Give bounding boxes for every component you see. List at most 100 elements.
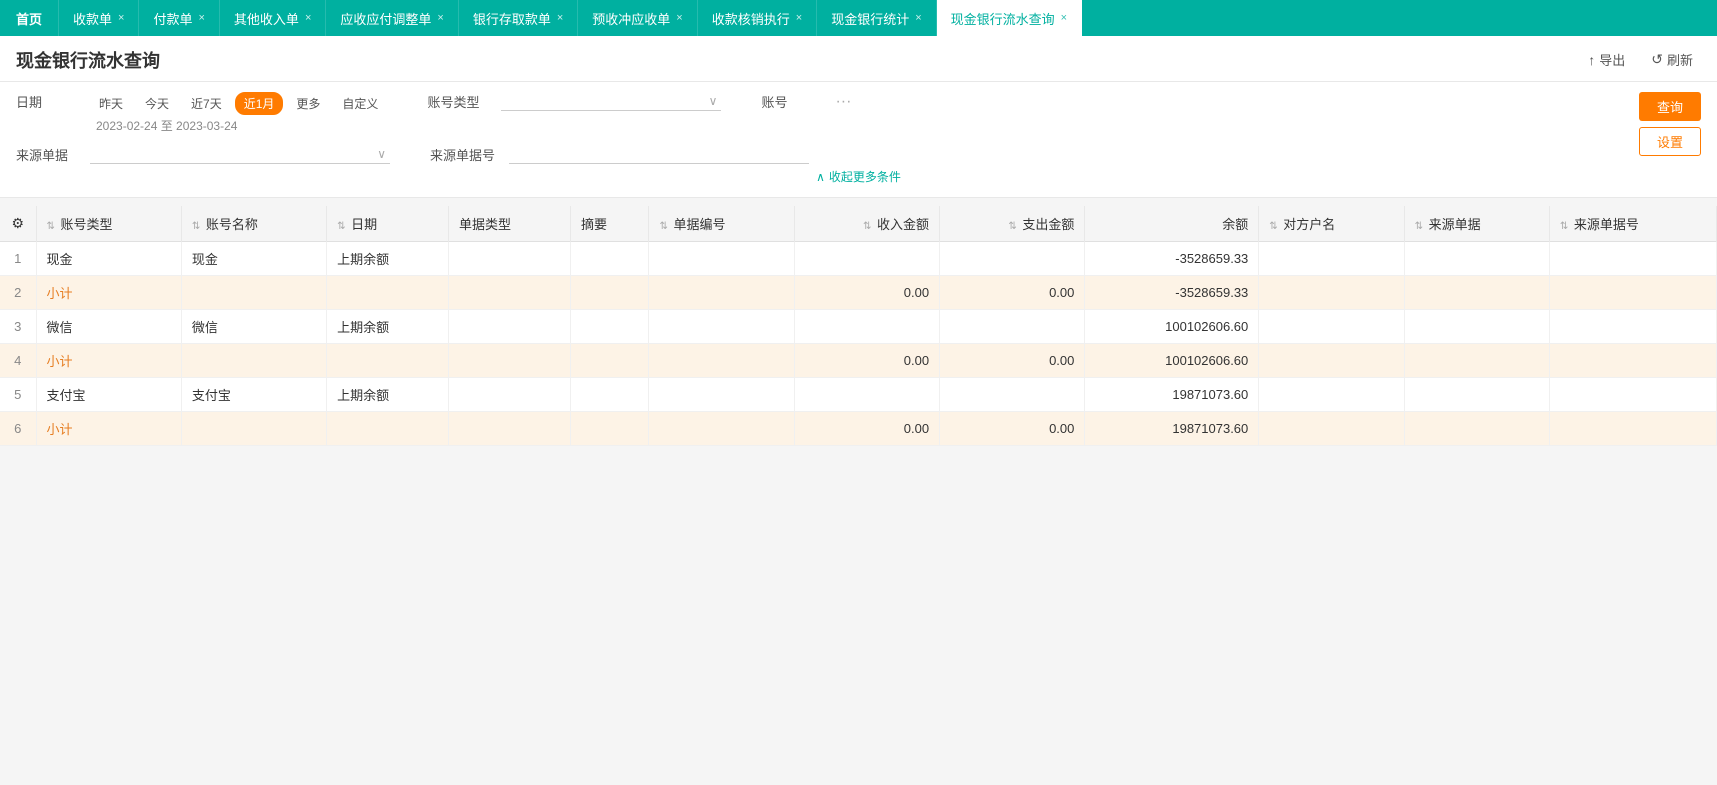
- collapse-bar[interactable]: ∧ 收起更多条件: [16, 164, 1701, 189]
- nav-close-icon[interactable]: ×: [915, 12, 921, 24]
- chevron-down-icon: ∨: [709, 94, 718, 108]
- row-account-type: 现金: [36, 242, 181, 276]
- row-settings-col: 3: [0, 310, 36, 344]
- col-income[interactable]: ⇅ 收入金额: [794, 206, 939, 242]
- nav-item-payments[interactable]: 付款单 ×: [139, 0, 219, 36]
- row-doc-type: [449, 276, 571, 310]
- col-source-doc-no[interactable]: ⇅ 来源单据号: [1549, 206, 1716, 242]
- account-ellipsis-icon[interactable]: ···: [835, 93, 851, 111]
- col-source-doc-no-label: 来源单据号: [1574, 217, 1639, 232]
- date-btn-more[interactable]: 更多: [287, 92, 329, 115]
- nav-close-active-icon[interactable]: ×: [1061, 12, 1067, 24]
- nav-close-icon[interactable]: ×: [796, 12, 802, 24]
- source-doc-no-input[interactable]: [509, 144, 809, 164]
- col-expense[interactable]: ⇅ 支出金额: [940, 206, 1085, 242]
- row-doc-no: [649, 378, 794, 412]
- row-income: 0.00: [794, 412, 939, 446]
- table-container: ⚙ ⇅ 账号类型 ⇅ 账号名称 ⇅ 日期 单据类型 摘要: [0, 206, 1717, 446]
- row-summary: [570, 378, 649, 412]
- col-source-doc[interactable]: ⇅ 来源单据: [1404, 206, 1549, 242]
- nav-item-collection[interactable]: 收款核销执行 ×: [698, 0, 817, 36]
- date-btn-today[interactable]: 今天: [136, 92, 178, 115]
- account-type-select[interactable]: ∨: [501, 92, 721, 111]
- date-btn-yesterday[interactable]: 昨天: [90, 92, 132, 115]
- date-btn-7days[interactable]: 近7天: [182, 92, 231, 115]
- nav-close-icon[interactable]: ×: [118, 12, 124, 24]
- col-summary: 摘要: [570, 206, 649, 242]
- nav-item-other-income[interactable]: 其他收入单 ×: [220, 0, 326, 36]
- query-button[interactable]: 查询: [1639, 92, 1701, 121]
- row-counterparty: [1259, 344, 1404, 378]
- col-account-name-label: 账号名称: [206, 217, 258, 232]
- col-date[interactable]: ⇅ 日期: [327, 206, 449, 242]
- col-counterparty-label: 对方户名: [1283, 217, 1335, 232]
- col-date-label: 日期: [351, 217, 377, 232]
- nav-bank-deposit-label: 银行存取款单: [473, 9, 551, 28]
- row-expense: [940, 242, 1085, 276]
- nav-other-income-label: 其他收入单: [234, 9, 299, 28]
- row-source-doc-no: [1549, 412, 1716, 446]
- row-source-doc: [1404, 378, 1549, 412]
- settings-button[interactable]: 设置: [1639, 127, 1701, 156]
- account-label: 账号: [761, 92, 821, 111]
- nav-item-prepaid[interactable]: 预收冲应收单 ×: [578, 0, 697, 36]
- nav-close-icon[interactable]: ×: [305, 12, 311, 24]
- row-balance: 19871073.60: [1085, 412, 1259, 446]
- row-account-name: 支付宝: [181, 378, 326, 412]
- nav-receipts-label: 收款单: [73, 9, 112, 28]
- sort-icon: ⇅: [337, 221, 345, 232]
- row-source-doc-no: [1549, 310, 1716, 344]
- nav-close-icon[interactable]: ×: [437, 12, 443, 24]
- row-counterparty: [1259, 276, 1404, 310]
- row-doc-no: [649, 344, 794, 378]
- nav-item-adjustment[interactable]: 应收应付调整单 ×: [326, 0, 458, 36]
- row-counterparty: [1259, 310, 1404, 344]
- sort-icon: ⇅: [192, 221, 200, 232]
- row-expense: 0.00: [940, 412, 1085, 446]
- date-btn-1month[interactable]: 近1月: [235, 92, 284, 115]
- row-source-doc-no: [1549, 378, 1716, 412]
- refresh-label: 刷新: [1667, 50, 1693, 69]
- row-account-type: 小计: [36, 276, 181, 310]
- nav-item-bank-deposit[interactable]: 银行存取款单 ×: [459, 0, 578, 36]
- export-label: 导出: [1599, 50, 1625, 69]
- col-counterparty[interactable]: ⇅ 对方户名: [1259, 206, 1404, 242]
- date-btn-custom[interactable]: 自定义: [333, 92, 387, 115]
- sort-icon: ⇅: [1269, 221, 1277, 232]
- table-row: 6小计0.000.0019871073.60: [0, 412, 1717, 446]
- date-options: 昨天 今天 近7天 近1月 更多 自定义: [90, 92, 387, 115]
- sort-icon: ⇅: [863, 221, 871, 232]
- row-settings-col: 2: [0, 276, 36, 310]
- col-doc-no[interactable]: ⇅ 单据编号: [649, 206, 794, 242]
- nav-home-label: 首页: [16, 9, 42, 28]
- col-account-name[interactable]: ⇅ 账号名称: [181, 206, 326, 242]
- gear-icon[interactable]: ⚙: [11, 215, 24, 231]
- col-account-type-label: 账号类型: [61, 217, 113, 232]
- col-settings: ⚙: [0, 206, 36, 242]
- row-account-type: 微信: [36, 310, 181, 344]
- row-account-type: 支付宝: [36, 378, 181, 412]
- nav-close-icon[interactable]: ×: [676, 12, 682, 24]
- row-date: [327, 276, 449, 310]
- nav-close-icon[interactable]: ×: [198, 12, 204, 24]
- nav-item-cash-stats[interactable]: 现金银行统计 ×: [817, 0, 936, 36]
- nav-item-home[interactable]: 首页: [0, 0, 59, 36]
- nav-adjustment-label: 应收应付调整单: [340, 9, 431, 28]
- col-expense-label: 支出金额: [1022, 217, 1074, 232]
- row-settings-col: 5: [0, 378, 36, 412]
- export-button[interactable]: ↑ 导出: [1580, 46, 1633, 73]
- refresh-button[interactable]: ↺ 刷新: [1643, 46, 1701, 73]
- nav-item-cash-flow[interactable]: 现金银行流水查询 ×: [937, 0, 1082, 36]
- row-expense: [940, 310, 1085, 344]
- nav-close-icon[interactable]: ×: [557, 12, 563, 24]
- nav-collection-label: 收款核销执行: [712, 9, 790, 28]
- sort-icon: ⇅: [1560, 221, 1568, 232]
- col-account-type[interactable]: ⇅ 账号类型: [36, 206, 181, 242]
- nav-item-receipts[interactable]: 收款单 ×: [59, 0, 139, 36]
- row-date: 上期余额: [327, 242, 449, 276]
- col-doc-no-label: 单据编号: [673, 217, 725, 232]
- header-actions: ↑ 导出 ↺ 刷新: [1580, 46, 1701, 73]
- col-summary-label: 摘要: [581, 217, 607, 232]
- source-doc-select[interactable]: ∨: [90, 145, 390, 164]
- nav-payments-label: 付款单: [153, 9, 192, 28]
